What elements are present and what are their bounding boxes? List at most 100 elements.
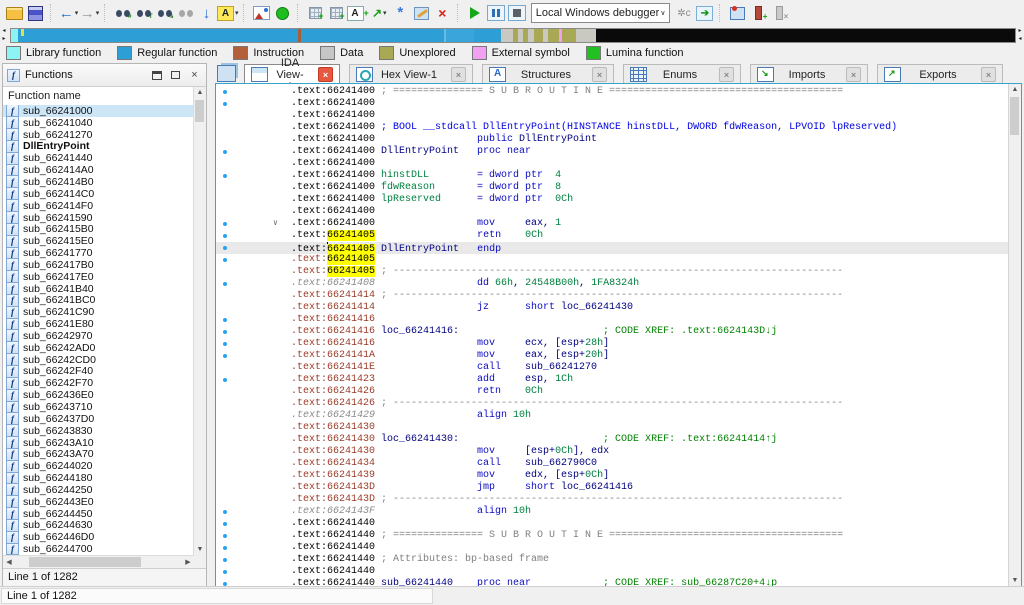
function-row[interactable]: sub_662414A0 [3, 164, 194, 176]
tab-close-icon[interactable]: × [318, 67, 333, 82]
navband-segment[interactable] [474, 29, 501, 42]
asm-line[interactable]: .text:66241400 public DllEntryPoint [216, 134, 1009, 146]
open-file-icon[interactable] [4, 3, 25, 23]
function-row[interactable]: sub_662414B0 [3, 176, 194, 188]
function-row[interactable]: sub_66243830 [3, 425, 194, 437]
tab-close-icon[interactable]: × [592, 67, 607, 82]
asm-line[interactable]: .text:66241440 [216, 542, 1009, 554]
function-row[interactable]: sub_66242F40 [3, 366, 194, 378]
function-row[interactable]: sub_662437D0 [3, 413, 194, 425]
asm-line[interactable]: .text:6624143D ; -----------------------… [216, 494, 1009, 506]
function-row[interactable]: sub_662415B0 [3, 223, 194, 235]
asm-line[interactable]: .text:66241400 fdwReason = dword ptr 8 [216, 182, 1009, 194]
windows-cascade-icon[interactable] [217, 65, 236, 82]
asm-line[interactable]: .text:66241414 ; -----------------------… [216, 290, 1009, 302]
asm-line[interactable]: .text:66241416 mov ecx, [esp+28h] [216, 338, 1009, 350]
function-row[interactable]: sub_66244250 [3, 484, 194, 496]
restore-panel-icon[interactable] [168, 69, 183, 82]
jump-to-address-icon[interactable]: ↓ [196, 3, 217, 23]
function-row[interactable]: sub_662414C0 [3, 188, 194, 200]
function-row[interactable]: sub_66242970 [3, 330, 194, 342]
function-row[interactable]: sub_662417E0 [3, 271, 194, 283]
function-row[interactable]: sub_66244450 [3, 508, 194, 520]
tab-enums[interactable]: Enums× [623, 64, 741, 84]
asm-line[interactable]: ∨.text:66241400 mov eax, 1 [216, 218, 1009, 230]
delete-function-icon[interactable]: × [432, 3, 453, 23]
asm-line[interactable]: .text:66241430 [216, 422, 1009, 434]
tab-close-icon[interactable]: × [719, 67, 734, 82]
delete-breakpoint-icon[interactable]: × [769, 3, 790, 23]
asm-line[interactable]: .text:66241400 [216, 206, 1009, 218]
function-name-column-header[interactable]: Function name [3, 87, 206, 106]
navband-segment[interactable] [446, 29, 474, 42]
navband-segment[interactable] [11, 29, 18, 42]
navband-scroll-right-icon[interactable]: ▸◂ [1016, 27, 1024, 43]
asm-line[interactable]: .text:66241416 [216, 314, 1009, 326]
add-name-icon[interactable]: A+ [347, 3, 369, 23]
asm-line[interactable]: .text:66241416 loc_66241416: ; CODE XREF… [216, 326, 1009, 338]
asm-line[interactable]: .text:66241423 add esp, 1Ch [216, 374, 1009, 386]
navband-segment[interactable] [534, 29, 543, 42]
asm-line[interactable]: .text:66241405 DllEntryPoint endp [216, 242, 1009, 254]
function-row[interactable]: sub_66243A70 [3, 448, 194, 460]
asm-line[interactable]: .text:66241400 ; BOOL __stdcall DllEntry… [216, 122, 1009, 134]
tab-close-icon[interactable]: × [451, 67, 466, 82]
function-row[interactable]: sub_66243710 [3, 401, 194, 413]
function-row[interactable]: sub_66241E80 [3, 318, 194, 330]
navband-segment[interactable] [501, 29, 513, 42]
scroll-up-icon[interactable]: ▲ [194, 87, 206, 99]
navband-segment[interactable] [596, 29, 1015, 42]
function-row[interactable]: sub_662417B0 [3, 259, 194, 271]
asm-line[interactable]: .text:66241405 retn 0Ch [216, 230, 1009, 242]
navband-strip[interactable] [10, 28, 1016, 43]
stop-process-icon[interactable] [507, 3, 528, 23]
add-breakpoint-icon[interactable]: + [748, 3, 769, 23]
debugger-windows-icon[interactable] [727, 3, 748, 23]
disasm-vertical-scrollbar[interactable]: ▲ ▼ [1008, 84, 1021, 587]
asm-line[interactable]: .text:66241400 [216, 158, 1009, 170]
tab-ida-view-a[interactable]: IDA View-A× [244, 64, 340, 84]
tab-hex-view-1[interactable]: Hex View-1× [349, 64, 473, 84]
asm-line[interactable]: .text:66241426 retn 0Ch [216, 386, 1009, 398]
asm-line[interactable]: .text:66241405 ; -----------------------… [216, 266, 1009, 278]
asm-line[interactable]: .text:66241440 [216, 566, 1009, 578]
jump-forward-icon[interactable]: →▾ [79, 3, 100, 23]
asm-line[interactable]: .text:6624141A mov eax, [esp+20h] [216, 350, 1009, 362]
function-row[interactable]: sub_66242CD0 [3, 354, 194, 366]
asm-line[interactable]: .text:66241405 [216, 254, 1009, 266]
scroll-down-icon[interactable]: ▼ [194, 544, 206, 556]
function-row[interactable]: sub_66241000 [3, 105, 194, 117]
asm-line[interactable]: .text:66241400 hinstDLL = dword ptr 4 [216, 170, 1009, 182]
jump-back-icon[interactable]: ←▾ [58, 3, 79, 23]
navband-segment[interactable] [562, 29, 576, 42]
function-row[interactable]: sub_66244180 [3, 472, 194, 484]
scrollbar-thumb[interactable] [195, 100, 204, 122]
function-row[interactable]: sub_66241440 [3, 152, 194, 164]
asm-line[interactable]: .text:6624143F align 10h [216, 506, 1009, 518]
scrollbar-thumb[interactable] [1010, 97, 1019, 135]
asm-line[interactable]: .text:6624141E call sub_66241270 [216, 362, 1009, 374]
asm-line[interactable]: .text:66241440 ; =============== S U B R… [216, 530, 1009, 542]
functions-vertical-scrollbar[interactable]: ▲ ▼ [193, 87, 206, 556]
bitmap-view-icon[interactable] [251, 3, 272, 23]
asm-line[interactable]: .text:66241408 dd 66h, 24548B00h, 1FA832… [216, 278, 1009, 290]
asm-line[interactable]: .text:66241414 jz short loc_66241430 [216, 302, 1009, 314]
asm-line[interactable]: .text:66241439 mov edx, [esp+0Ch] [216, 470, 1009, 482]
function-row[interactable]: sub_66241B40 [3, 283, 194, 295]
tab-close-icon[interactable]: × [846, 67, 861, 82]
function-row[interactable]: DllEntryPoint [3, 141, 194, 153]
asm-line[interactable]: .text:6624143D jmp short loc_66241416 [216, 482, 1009, 494]
search-text-icon[interactable]: T [133, 3, 154, 23]
function-row[interactable]: sub_662415E0 [3, 235, 194, 247]
function-row[interactable]: sub_66241040 [3, 117, 194, 129]
asm-line[interactable]: .text:66241400 DllEntryPoint proc near [216, 146, 1009, 158]
function-row[interactable]: sub_66244700 [3, 543, 194, 555]
colors-icon[interactable] [272, 3, 293, 23]
collapse-arrow-icon[interactable]: ∨ [273, 218, 278, 230]
asm-line[interactable]: .text:66241400 ; =============== S U B R… [216, 86, 1009, 98]
tab-close-icon[interactable]: × [981, 67, 996, 82]
debugger-select[interactable]: Local Windows debugger∨ [531, 3, 671, 23]
asm-line[interactable]: .text:66241440 ; Attributes: bp-based fr… [216, 554, 1009, 566]
function-row[interactable]: sub_66243A10 [3, 437, 194, 449]
navband-segment[interactable] [576, 29, 596, 42]
